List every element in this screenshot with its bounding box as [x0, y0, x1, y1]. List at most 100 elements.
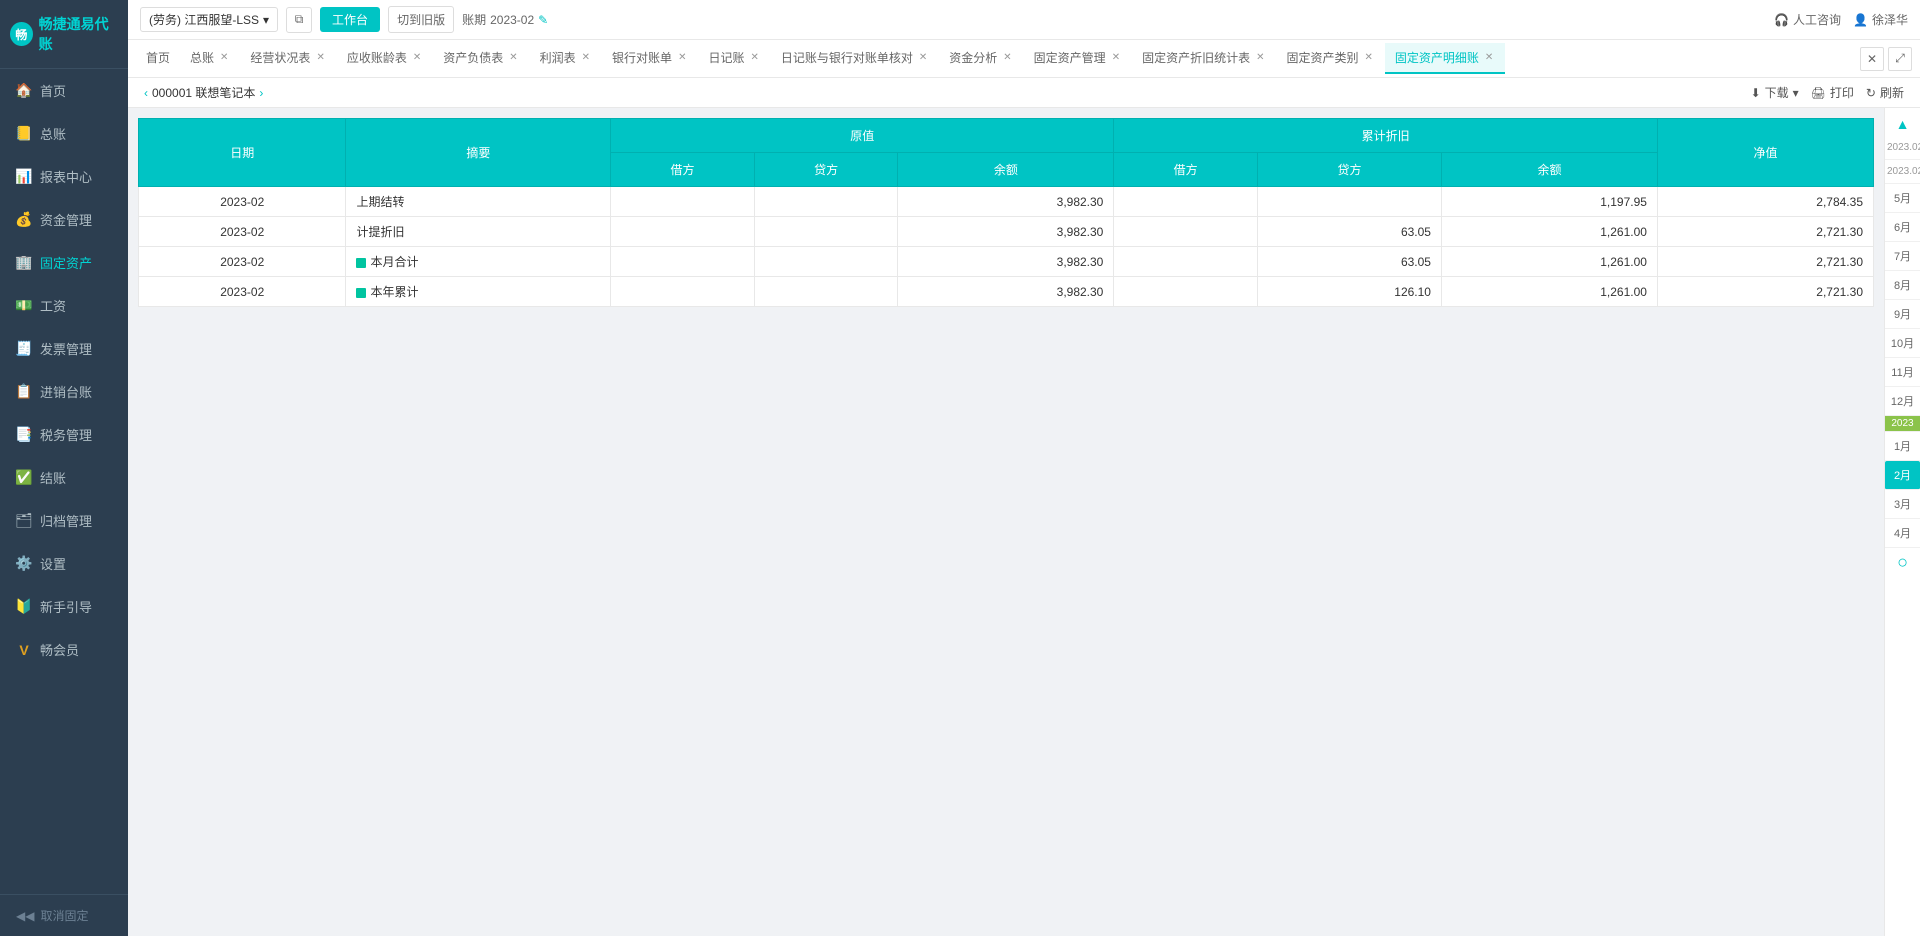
copy-icon: ⧉ — [295, 12, 304, 27]
tab-close-fund[interactable]: ✕ — [1001, 51, 1013, 64]
user-avatar-area[interactable]: 👤 徐泽华 — [1853, 11, 1908, 28]
sidebar-item-fund[interactable]: 💰 资金管理 — [0, 198, 128, 241]
workbench-button[interactable]: 工作台 — [320, 7, 380, 32]
tab-close-profit[interactable]: ✕ — [580, 51, 592, 64]
tab-receivable[interactable]: 应收账龄表 ✕ — [337, 43, 433, 74]
sidebar-pin-toggle[interactable]: ◀◀ 取消固定 — [0, 894, 128, 936]
row-0-dep-debit — [1114, 187, 1258, 217]
tab-close-balance[interactable]: ✕ — [507, 51, 519, 64]
panel-month-11[interactable]: 11月 — [1885, 358, 1920, 387]
table-row[interactable]: 2023-02 上期结转 3,982.30 1,197.95 2,784.35 — [139, 187, 1874, 217]
row-1-dep-balance: 1,261.00 — [1441, 217, 1657, 247]
tab-close-fixed-cat[interactable]: ✕ — [1363, 51, 1375, 64]
ledger-icon: 📒 — [16, 126, 32, 142]
sidebar-item-archive[interactable]: 🗂 归档管理 — [0, 499, 128, 542]
panel-month-8[interactable]: 8月 — [1885, 271, 1920, 300]
sub-header: ‹ 000001 联想笔记本 › ⬇ 下载 ▾ 🖨 打印 ↻ 刷新 — [128, 78, 1920, 108]
table-row[interactable]: 2023-02 本月合计 3,982.30 63.05 1,261.00 2,7… — [139, 247, 1874, 277]
table-row[interactable]: 2023-02 本年累计 3,982.30 126.10 1,261.00 2,… — [139, 277, 1874, 307]
sidebar-label-fund: 资金管理 — [40, 210, 92, 229]
table-row[interactable]: 2023-02 计提折旧 3,982.30 63.05 1,261.00 2,7… — [139, 217, 1874, 247]
company-selector[interactable]: (劳务) 江西服望-LSS ▾ — [140, 7, 278, 32]
copy-button[interactable]: ⧉ — [286, 7, 312, 33]
sidebar-item-settle[interactable]: ✅ 结账 — [0, 456, 128, 499]
sidebar-item-guide[interactable]: 🔰 新手引导 — [0, 585, 128, 628]
sidebar-item-tax[interactable]: 📑 税务管理 — [0, 413, 128, 456]
tab-management-status[interactable]: 经营状况表 ✕ — [240, 43, 336, 74]
tab-reconcile[interactable]: 日记账与银行对账单核对 ✕ — [771, 43, 939, 74]
panel-month-2[interactable]: 2月 — [1885, 461, 1920, 490]
tab-fixed-management[interactable]: 固定资产管理 ✕ — [1024, 43, 1132, 74]
close-all-tabs-button[interactable]: ✕ — [1860, 47, 1884, 71]
payroll-icon: 💵 — [16, 298, 32, 314]
tab-label-fund: 资金分析 — [949, 49, 997, 66]
tab-ledger[interactable]: 总账 ✕ — [180, 43, 240, 74]
print-button[interactable]: 🖨 打印 — [1811, 84, 1854, 101]
fullscreen-button[interactable]: ⤢ — [1888, 47, 1912, 71]
sidebar-label-archive: 归档管理 — [40, 511, 92, 530]
panel-month-10[interactable]: 10月 — [1885, 329, 1920, 358]
sidebar-item-member[interactable]: V 畅会员 — [0, 628, 128, 671]
tab-close-fixed-mgmt[interactable]: ✕ — [1110, 51, 1122, 64]
sidebar-item-home[interactable]: 🏠 首页 — [0, 69, 128, 112]
panel-month-12[interactable]: 12月 — [1885, 387, 1920, 416]
tab-close-reconcile[interactable]: ✕ — [917, 51, 929, 64]
sidebar-item-sales[interactable]: 📋 进销台账 — [0, 370, 128, 413]
tab-fund-analysis[interactable]: 资金分析 ✕ — [939, 43, 1023, 74]
sidebar-item-fixed[interactable]: 🏢 固定资产 — [0, 241, 128, 284]
tab-close-management[interactable]: ✕ — [314, 51, 326, 64]
tab-bank-statement[interactable]: 银行对账单 ✕ — [602, 43, 698, 74]
sidebar-label-sales: 进销台账 — [40, 382, 92, 401]
tab-close-journal[interactable]: ✕ — [748, 51, 760, 64]
panel-month-6[interactable]: 6月 — [1885, 213, 1920, 242]
panel-year-2023-header1[interactable]: 2023.02 — [1885, 136, 1920, 160]
tab-fixed-category[interactable]: 固定资产类别 ✕ — [1276, 43, 1384, 74]
row-0-orig-debit — [611, 187, 755, 217]
panel-month-1[interactable]: 1月 — [1885, 432, 1920, 461]
row-0-dep-balance: 1,197.95 — [1441, 187, 1657, 217]
sub-actions: ⬇ 下载 ▾ 🖨 打印 ↻ 刷新 — [1751, 84, 1904, 101]
tab-depreciation-stat[interactable]: 固定资产折旧统计表 ✕ — [1132, 43, 1276, 74]
old-version-button[interactable]: 切到旧版 — [388, 6, 454, 33]
panel-down-circle[interactable]: ○ — [1893, 548, 1912, 577]
user-service[interactable]: 🎧 人工咨询 — [1774, 11, 1841, 28]
tab-close-ledger[interactable]: ✕ — [218, 51, 230, 64]
tab-close-bank[interactable]: ✕ — [676, 51, 688, 64]
sidebar-item-report[interactable]: 📊 报表中心 — [0, 155, 128, 198]
tab-label-balance: 资产负债表 — [443, 49, 503, 66]
sidebar-item-payroll[interactable]: 💵 工资 — [0, 284, 128, 327]
tab-close-receivable[interactable]: ✕ — [411, 51, 423, 64]
sidebar-label-tax: 税务管理 — [40, 425, 92, 444]
tab-close-fixed-detail[interactable]: ✕ — [1483, 51, 1495, 64]
main-content: (劳务) 江西服望-LSS ▾ ⧉ 工作台 切到旧版 账期 2023-02 ✎ … — [128, 0, 1920, 936]
settle-icon: ✅ — [16, 470, 32, 486]
headset-icon: 🎧 — [1774, 13, 1789, 27]
guide-icon: 🔰 — [16, 599, 32, 615]
breadcrumb: ‹ 000001 联想笔记本 › — [144, 84, 263, 101]
tab-home[interactable]: 首页 — [136, 43, 180, 74]
tab-balance-sheet[interactable]: 资产负债表 ✕ — [433, 43, 529, 74]
panel-month-5[interactable]: 5月 — [1885, 184, 1920, 213]
panel-year-2023[interactable]: 2023 — [1885, 416, 1920, 432]
sidebar-item-invoice[interactable]: 🧾 发票管理 — [0, 327, 128, 370]
row-3-dep-balance: 1,261.00 — [1441, 277, 1657, 307]
panel-month-4[interactable]: 4月 — [1885, 519, 1920, 548]
tab-close-dep-stat[interactable]: ✕ — [1254, 51, 1266, 64]
sidebar-label-payroll: 工资 — [40, 296, 66, 315]
panel-month-9[interactable]: 9月 — [1885, 300, 1920, 329]
sidebar-item-settings[interactable]: ⚙️ 设置 — [0, 542, 128, 585]
tab-profit[interactable]: 利润表 ✕ — [530, 43, 602, 74]
breadcrumb-left-arrow[interactable]: ‹ — [144, 86, 148, 100]
panel-year-2023-header2[interactable]: 2023.02 — [1885, 160, 1920, 184]
sidebar-item-ledger[interactable]: 📒 总账 — [0, 112, 128, 155]
tab-fixed-detail[interactable]: 固定资产明细账 ✕ — [1385, 43, 1505, 74]
refresh-button[interactable]: ↻ 刷新 — [1866, 84, 1904, 101]
panel-up-arrow[interactable]: ▲ — [1892, 112, 1914, 136]
period-edit-icon[interactable]: ✎ — [538, 13, 548, 27]
panel-month-7[interactable]: 7月 — [1885, 242, 1920, 271]
breadcrumb-right-arrow[interactable]: › — [259, 86, 263, 100]
col-header-orig-balance: 余额 — [898, 153, 1114, 187]
panel-month-3[interactable]: 3月 — [1885, 490, 1920, 519]
download-button[interactable]: ⬇ 下载 ▾ — [1751, 84, 1799, 101]
tab-journal[interactable]: 日记账 ✕ — [698, 43, 770, 74]
